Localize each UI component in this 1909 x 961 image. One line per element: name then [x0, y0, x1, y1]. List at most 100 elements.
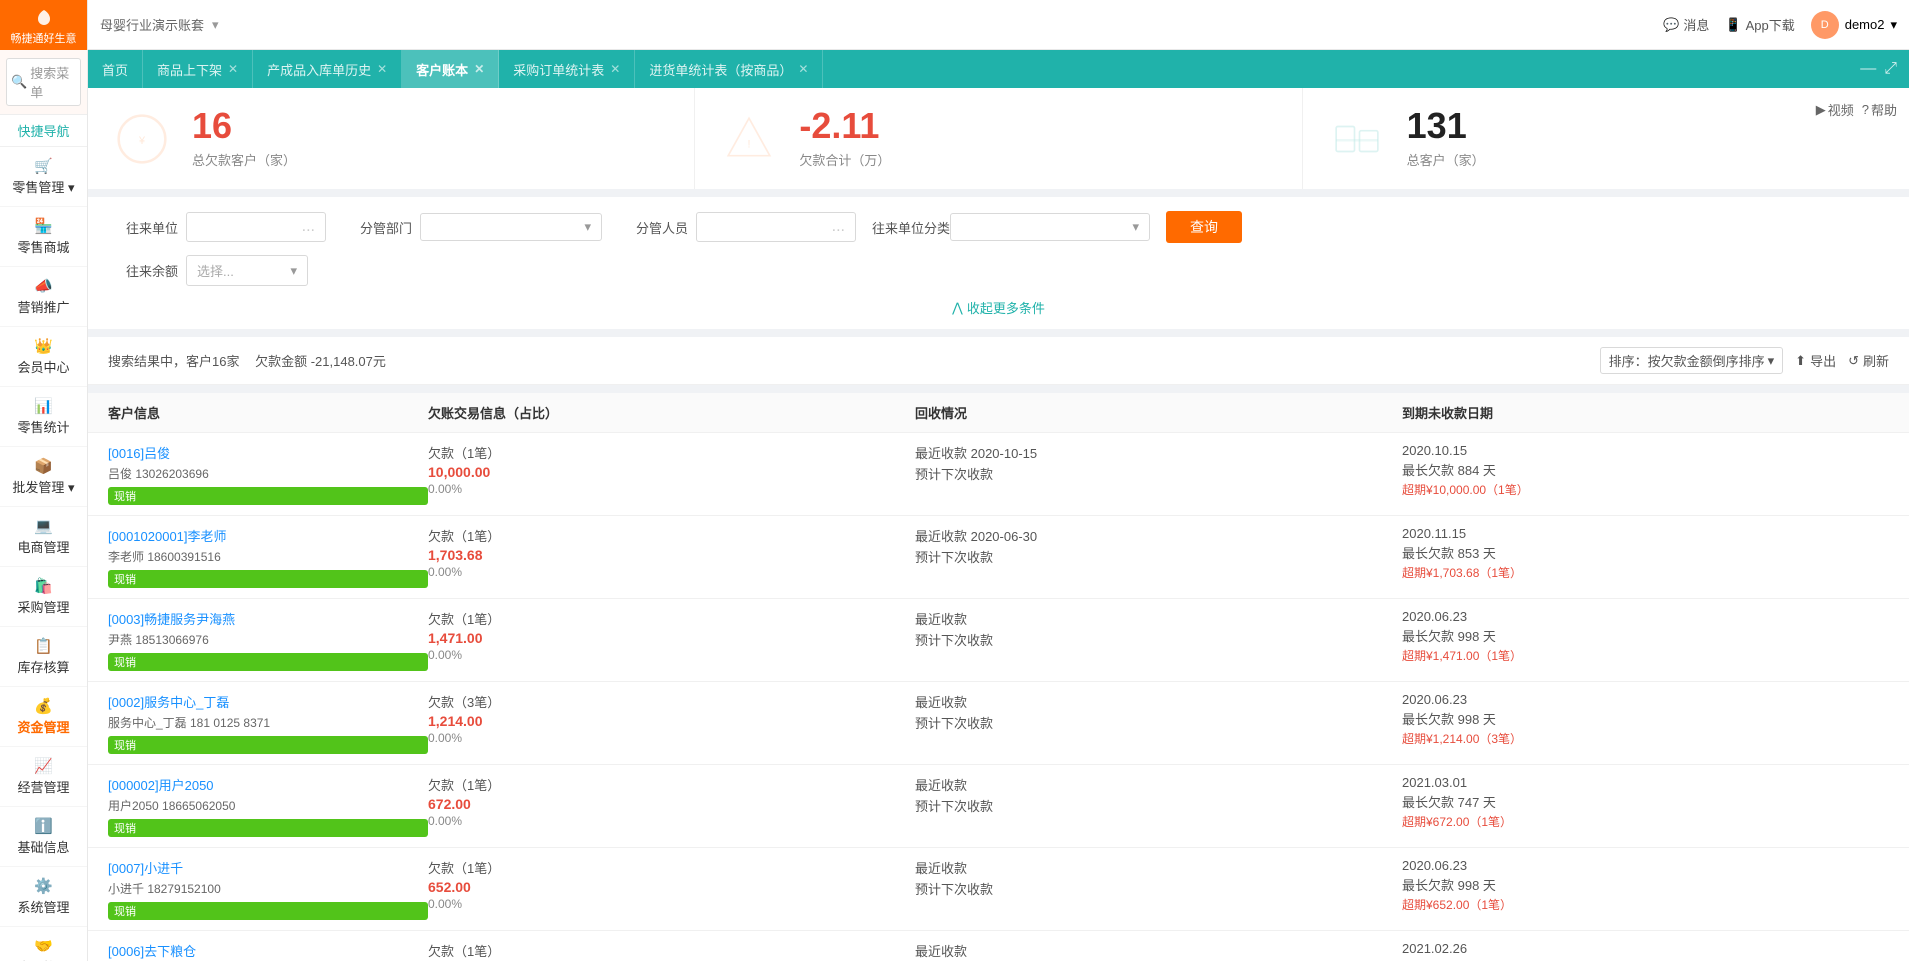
debt-info-6: 欠款（1笔） 455.90 0.00% — [428, 941, 915, 961]
customer-name-6[interactable]: [0006]去下粮仓 — [108, 941, 428, 960]
filter-category-select[interactable]: ▾ — [950, 213, 1150, 241]
search-menu-button[interactable]: 🔍搜索菜单 — [6, 58, 81, 106]
debt-ratio-2: 0.00% — [428, 648, 915, 662]
retail-mgmt-icon: 🛒 — [34, 157, 53, 175]
sort-label: 排序：按欠款金额倒序排序 — [1609, 351, 1765, 370]
customer-contact-5: 小进千 18279152100 — [108, 880, 428, 897]
sidebar-item-purchase[interactable]: 🛍️ 采购管理 — [0, 567, 87, 627]
overdue-link-0[interactable]: 超期¥10,000.00（1笔） — [1402, 481, 1889, 498]
overdue-link-1[interactable]: 超期¥1,703.68（1笔） — [1402, 564, 1889, 581]
sidebar-item-inventory[interactable]: 📋 库存核算 — [0, 627, 87, 687]
results-debt-text: 欠款金额 -21,148.07元 — [255, 354, 386, 369]
filter-label-balance: 往来余额 — [108, 261, 178, 280]
overdue-link-4[interactable]: 超期¥672.00（1笔） — [1402, 813, 1889, 830]
due-date-4: 2021.03.01 — [1402, 775, 1889, 790]
tab-product-history-label: 产成品入库单历史 — [267, 60, 371, 79]
tab-customer-ledger-label: 客户账本 — [416, 60, 468, 79]
tab-product-onoff-label: 商品上下架 — [157, 60, 222, 79]
sidebar-item-retail-stats[interactable]: 📊 零售统计 — [0, 387, 87, 447]
customer-contact-3: 服务中心_丁磊 181 0125 8371 — [108, 714, 428, 731]
sidebar-item-retail-mgmt[interactable]: 🛒 零售管理 ▾ — [0, 147, 87, 207]
results-actions: 排序：按欠款金额倒序排序 ▾ ⬆ 导出 ↺ 刷新 — [1600, 347, 1889, 374]
filter-person-input[interactable]: ... — [696, 212, 856, 242]
sidebar-item-system[interactable]: ⚙️ 系统管理 — [0, 867, 87, 927]
help-button[interactable]: ? 帮助 — [1862, 100, 1897, 119]
tab-close-icon[interactable]: ✕ — [474, 62, 484, 76]
tabs-actions: — ⤢ — [1860, 60, 1909, 78]
sidebar-item-finance[interactable]: 💰 资金管理 — [0, 687, 87, 747]
customer-tag-2: 现销 — [108, 653, 428, 671]
filter-balance-select[interactable]: 选择... ▾ — [186, 255, 308, 286]
recovery-date-1: 最近收款 2020-06-30 — [915, 526, 1402, 545]
topbar-right: 💬 消息 📱 App下载 D demo2 ▾ — [1663, 11, 1897, 39]
export-label: 导出 — [1810, 351, 1836, 370]
filter-dept-select[interactable]: ▾ — [420, 213, 602, 241]
finance-icon: 💰 — [34, 697, 53, 715]
tab-close-icon[interactable]: ✕ — [610, 62, 620, 76]
video-button[interactable]: ▶ 视频 — [1816, 100, 1854, 119]
sidebar-item-basic-info[interactable]: ℹ️ 基础信息 — [0, 807, 87, 867]
customer-name-3[interactable]: [0002]服务中心_丁磊 — [108, 692, 428, 711]
dropdown-arrow-icon: ▾ — [212, 17, 219, 33]
tab-product-history[interactable]: 产成品入库单历史 ✕ — [253, 50, 402, 88]
sidebar-item-ecommerce[interactable]: 💻 电商管理 — [0, 507, 87, 567]
overdue-link-2[interactable]: 超期¥1,471.00（1笔） — [1402, 647, 1889, 664]
sidebar-item-label: 基础信息 — [17, 837, 69, 856]
sort-dropdown-icon: ▾ — [1768, 353, 1775, 369]
debt-ratio-1: 0.00% — [428, 565, 915, 579]
quick-nav[interactable]: 快捷导航 — [0, 115, 87, 147]
refresh-button[interactable]: ↺ 刷新 — [1848, 351, 1889, 370]
sidebar-item-marketing[interactable]: 📣 营销推广 — [0, 267, 87, 327]
tab-close-icon[interactable]: ✕ — [798, 62, 808, 76]
sidebar-item-collab[interactable]: 🤝 企业协同 — [0, 927, 87, 961]
filter-supplier-input[interactable]: ... — [186, 212, 326, 242]
filter-dept: 分管部门 ▾ — [342, 213, 602, 241]
sidebar-item-operations[interactable]: 📈 经营管理 — [0, 747, 87, 807]
debt-count-5: 欠款（1笔） — [428, 858, 915, 877]
sidebar-item-membership[interactable]: 👑 会员中心 — [0, 327, 87, 387]
export-button[interactable]: ⬆ 导出 — [1795, 351, 1836, 370]
customer-name-2[interactable]: [0003]畅捷服务尹海燕 — [108, 609, 428, 628]
overdue-link-5[interactable]: 超期¥652.00（1笔） — [1402, 896, 1889, 913]
debt-info-1: 欠款（1笔） 1,703.68 0.00% — [428, 526, 915, 588]
operations-icon: 📈 — [34, 757, 53, 775]
col-header-recovery: 回收情况 — [915, 403, 1402, 422]
refresh-label: 刷新 — [1863, 351, 1889, 370]
filter-row-2: 往来余额 选择... ▾ — [108, 255, 1889, 286]
debt-info-4: 欠款（1笔） 672.00 0.00% — [428, 775, 915, 837]
customer-name-0[interactable]: [0016]吕俊 — [108, 443, 428, 462]
debt-customers-value: 16 — [192, 108, 296, 144]
table-row: [0006]去下粮仓 陈小希 现销 欠款（1笔） 455.90 0.00% 最近… — [88, 931, 1909, 961]
app-download-button[interactable]: 📱 App下载 — [1725, 15, 1794, 34]
recovery-next-4: 预计下次收款 — [915, 796, 1402, 815]
tab-customer-ledger[interactable]: 客户账本 ✕ — [402, 50, 499, 88]
tab-close-icon[interactable]: ✕ — [228, 62, 238, 76]
sidebar-logo: 畅捷通好生意 — [0, 0, 87, 50]
filter-label-dept: 分管部门 — [342, 218, 412, 237]
message-button[interactable]: 💬 消息 — [1663, 15, 1709, 34]
tabs-minimize-icon[interactable]: — — [1860, 60, 1876, 78]
sort-select[interactable]: 排序：按欠款金额倒序排序 ▾ — [1600, 347, 1784, 374]
customer-name-4[interactable]: [000002]用户2050 — [108, 775, 428, 794]
search-button[interactable]: 查询 — [1166, 211, 1242, 243]
customer-name-1[interactable]: [0001020001]李老师 — [108, 526, 428, 545]
debt-count-6: 欠款（1笔） — [428, 941, 915, 960]
user-menu[interactable]: D demo2 ▾ — [1811, 11, 1897, 39]
due-date-6: 2021.02.26 — [1402, 941, 1889, 956]
collapse-button[interactable]: ⋀ 收起更多条件 — [952, 298, 1045, 317]
customer-name-5[interactable]: [0007]小进千 — [108, 858, 428, 877]
customer-info-3: [0002]服务中心_丁磊 服务中心_丁磊 181 0125 8371 现销 — [108, 692, 428, 754]
filter-balance: 往来余额 选择... ▾ — [108, 255, 308, 286]
tabs-expand-icon[interactable]: ⤢ — [1884, 60, 1897, 78]
debt-customers-icon: ¥ — [112, 109, 172, 169]
overdue-info-2: 2020.06.23 最长欠款 998 天 超期¥1,471.00（1笔） — [1402, 609, 1889, 671]
tab-purchase-stats-by-product[interactable]: 进货单统计表（按商品） ✕ — [635, 50, 823, 88]
tab-product-onoff[interactable]: 商品上下架 ✕ — [143, 50, 253, 88]
sidebar-item-retail-mall[interactable]: 🏪 零售商城 — [0, 207, 87, 267]
tab-home[interactable]: 首页 — [88, 50, 143, 88]
table-row-inner: [0006]去下粮仓 陈小希 现销 欠款（1笔） 455.90 0.00% 最近… — [88, 931, 1909, 961]
overdue-link-3[interactable]: 超期¥1,214.00（3笔） — [1402, 730, 1889, 747]
tab-close-icon[interactable]: ✕ — [377, 62, 387, 76]
tab-purchase-order-stats[interactable]: 采购订单统计表 ✕ — [499, 50, 635, 88]
sidebar-item-wholesale[interactable]: 📦 批发管理 ▾ — [0, 447, 87, 507]
